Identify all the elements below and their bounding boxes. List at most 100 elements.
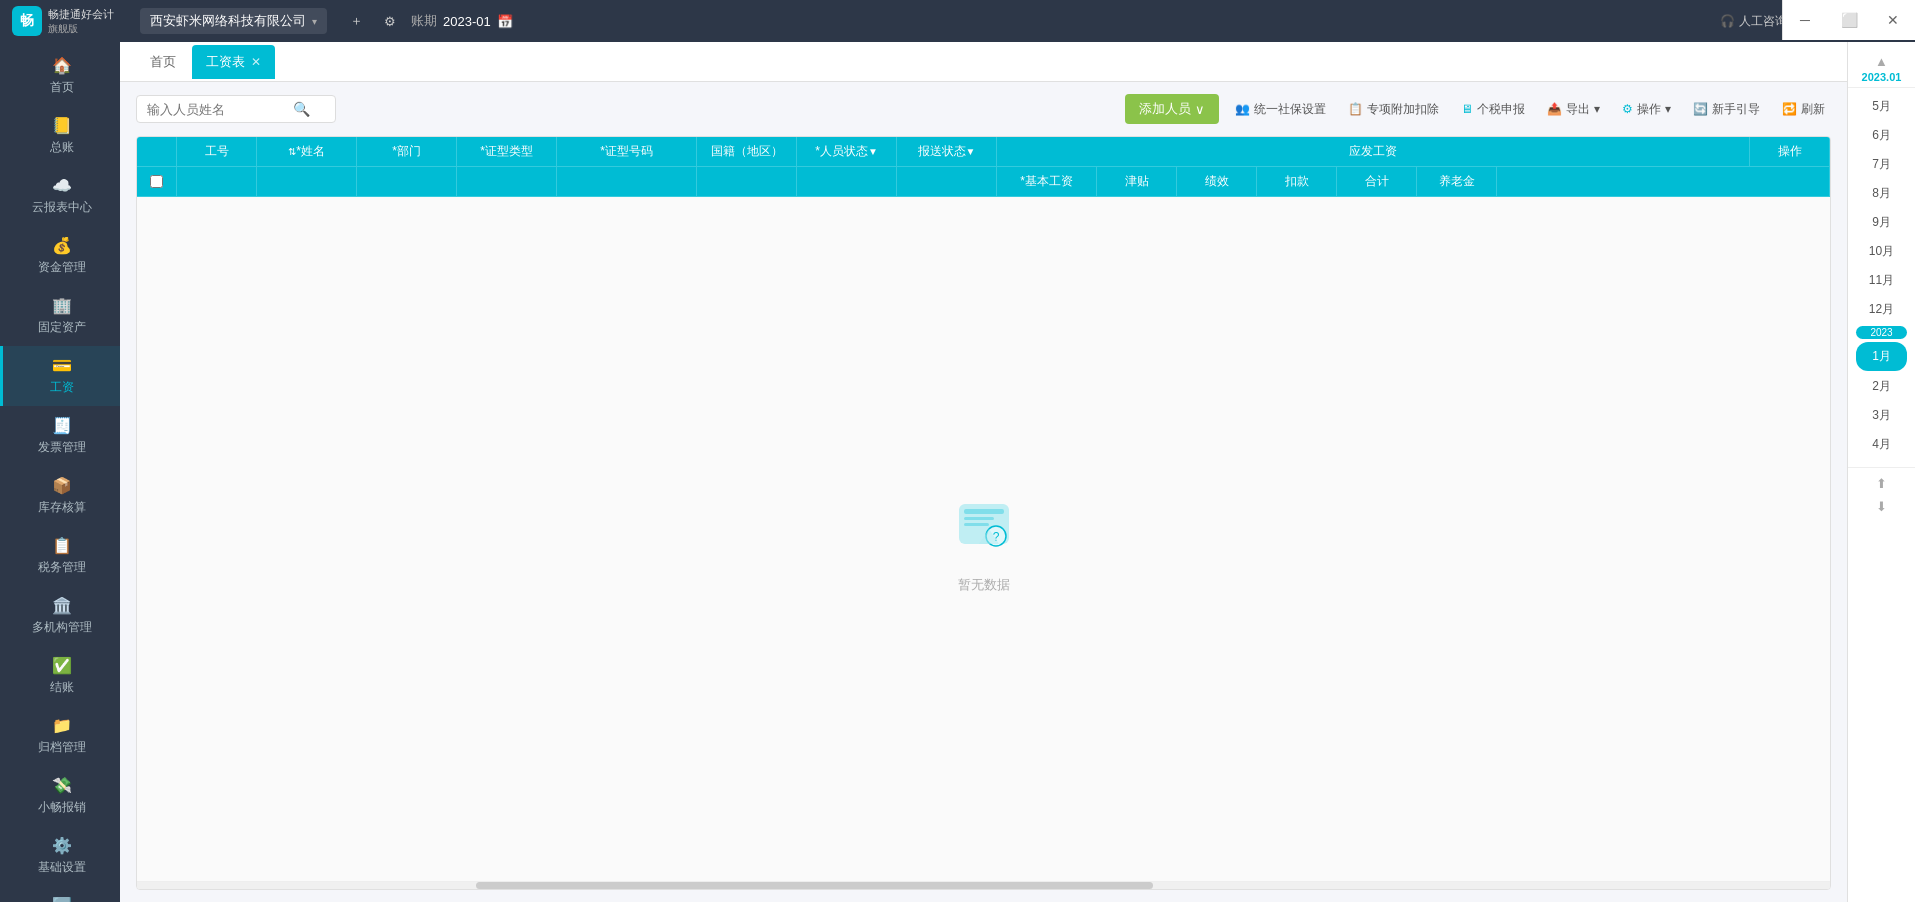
sidebar-item-tax[interactable]: 📋 税务管理 (0, 526, 120, 586)
period-panel: ▲ 2023.01 ▼ 5月 6月 7月 8月 9月 10月 11月 12月 2… (1847, 42, 1915, 902)
th-id-type: *证型类型 (457, 137, 557, 166)
tab-salary-table[interactable]: 工资表 ✕ (192, 45, 275, 79)
th-salary-group: 应发工资 (997, 137, 1750, 166)
company-chevron-icon: ▾ (312, 16, 317, 27)
empty-icon: ? (944, 484, 1024, 564)
social-settings-button[interactable]: 👥 统一社保设置 (1229, 97, 1332, 122)
salary-icon: 💳 (52, 356, 72, 375)
sidebar-label-home: 首页 (50, 79, 74, 96)
operations-chevron-icon: ▾ (1665, 102, 1671, 116)
customer-service-button[interactable]: 🎧 人工咨询 (1720, 13, 1787, 30)
search-input[interactable] (147, 102, 287, 117)
period-month-3[interactable]: 3月 (1848, 401, 1915, 430)
period-month-4[interactable]: 4月 (1848, 430, 1915, 459)
special-deduction-icon: 📋 (1348, 102, 1363, 116)
cloud-icon: ☁️ (52, 176, 72, 195)
sidebar-item-cloud-report[interactable]: ☁️ 云报表中心 (0, 166, 120, 226)
table-body: ? 暂无数据 (137, 197, 1830, 881)
social-settings-icon: 👥 (1235, 102, 1250, 116)
th-region: 国籍（地区） (697, 137, 797, 166)
guide-button[interactable]: 🔄 新手引导 (1687, 97, 1766, 122)
social-settings-label: 统一社保设置 (1254, 101, 1326, 118)
sidebar-item-invoice[interactable]: 🧾 发票管理 (0, 406, 120, 466)
special-deduction-button[interactable]: 📋 专项附加扣除 (1342, 97, 1445, 122)
tax-declaration-button[interactable]: 🖥 个税申报 (1455, 97, 1531, 122)
sidebar-label-inventory: 库存核算 (38, 499, 86, 516)
minimize-button[interactable]: ─ (1783, 0, 1827, 40)
svg-rect-2 (964, 517, 994, 520)
add-button[interactable]: ＋ (343, 8, 369, 34)
period-month-11[interactable]: 11月 (1848, 266, 1915, 295)
add-person-button[interactable]: 添加人员 ∨ (1125, 94, 1219, 124)
sidebar-item-home[interactable]: 🏠 首页 (0, 46, 120, 106)
period-month-7[interactable]: 7月 (1848, 150, 1915, 179)
guide-icon: 🆕 (52, 896, 72, 902)
filter-status-icon[interactable]: ▼ (868, 146, 878, 157)
content-area: 首页 工资表 ✕ 🔍 添加人员 ∨ (120, 42, 1847, 902)
period-nav-up[interactable]: ▲ (1873, 52, 1890, 71)
svg-rect-1 (964, 509, 1004, 514)
export-icon: 📤 (1547, 102, 1562, 116)
page-content: 🔍 添加人员 ∨ 👥 统一社保设置 📋 专项附加扣除 (120, 82, 1847, 902)
sidebar-label-fund: 资金管理 (38, 259, 86, 276)
period-area: 账期 2023-01 📅 (411, 12, 513, 30)
tab-home[interactable]: 首页 (136, 45, 190, 79)
sidebar-label-expense: 小畅报销 (38, 799, 86, 816)
th-action: 操作 (1750, 137, 1830, 166)
sidebar-item-multi-org[interactable]: 🏛️ 多机构管理 (0, 586, 120, 646)
period-month-2[interactable]: 2月 (1848, 372, 1915, 401)
refresh-button[interactable]: 🔁 刷新 (1776, 97, 1831, 122)
th-id-no: *证型号码 (557, 137, 697, 166)
invoice-icon: 🧾 (52, 416, 72, 435)
period-scroll-down[interactable]: ⬇ (1874, 497, 1889, 516)
fund-icon: 💰 (52, 236, 72, 255)
main-layout: 🏠 首页 📒 总账 ☁️ 云报表中心 💰 资金管理 🏢 固定资产 💳 工资 🧾 … (0, 42, 1915, 902)
sidebar-item-salary[interactable]: 💳 工资 (0, 346, 120, 406)
period-month-9[interactable]: 9月 (1848, 208, 1915, 237)
settings-icon[interactable]: ⚙ (377, 8, 403, 34)
sidebar-label-archive: 归档管理 (38, 739, 86, 756)
period-scroll-up[interactable]: ⬆ (1874, 474, 1889, 493)
sidebar-item-ledger[interactable]: 📒 总账 (0, 106, 120, 166)
sidebar-item-archive[interactable]: 📁 归档管理 (0, 706, 120, 766)
sidebar-item-guide[interactable]: 🆕 新手引导 (0, 886, 120, 902)
logo-text: 畅捷通好会计 旗舰版 (48, 7, 114, 34)
sidebar-item-expense[interactable]: 💸 小畅报销 (0, 766, 120, 826)
sidebar-label-tax: 税务管理 (38, 559, 86, 576)
th-report-status: 报送状态 ▼ (897, 137, 997, 166)
calendar-icon[interactable]: 📅 (497, 14, 513, 29)
sidebar-item-fixed-assets[interactable]: 🏢 固定资产 (0, 286, 120, 346)
th-status: *人员状态 ▼ (797, 137, 897, 166)
period-month-12[interactable]: 12月 (1848, 295, 1915, 324)
th-no: 工号 (177, 137, 257, 166)
export-label: 导出 (1566, 101, 1590, 118)
expense-icon: 💸 (52, 776, 72, 795)
export-button[interactable]: 📤 导出 ▾ (1541, 97, 1606, 122)
logo-area: 畅 畅捷通好会计 旗舰版 (12, 6, 132, 36)
period-month-6[interactable]: 6月 (1848, 121, 1915, 150)
operations-button[interactable]: ⚙ 操作 ▾ (1616, 97, 1677, 122)
sidebar-item-inventory[interactable]: 📦 库存核算 (0, 466, 120, 526)
period-month-8[interactable]: 8月 (1848, 179, 1915, 208)
filter-report-icon[interactable]: ▼ (966, 146, 976, 157)
sidebar-item-settle[interactable]: ✅ 结账 (0, 646, 120, 706)
period-month-5[interactable]: 5月 (1848, 92, 1915, 121)
sidebar-item-settings[interactable]: ⚙️ 基础设置 (0, 826, 120, 886)
company-name: 西安虾米网络科技有限公司 (150, 12, 306, 30)
close-button[interactable]: ✕ (1871, 0, 1915, 40)
table-scrollbar[interactable] (137, 881, 1830, 889)
multi-org-icon: 🏛️ (52, 596, 72, 615)
sidebar-label-fixed-assets: 固定资产 (38, 319, 86, 336)
sidebar-label-invoice: 发票管理 (38, 439, 86, 456)
company-selector[interactable]: 西安虾米网络科技有限公司 ▾ (140, 8, 327, 34)
period-month-1[interactable]: 1月 (1856, 342, 1907, 371)
sidebar-item-fund[interactable]: 💰 资金管理 (0, 226, 120, 286)
add-person-label: 添加人员 (1139, 100, 1191, 118)
top-header: 畅 畅捷通好会计 旗舰版 西安虾米网络科技有限公司 ▾ ＋ ⚙ 账期 2023-… (0, 0, 1915, 42)
period-month-10[interactable]: 10月 (1848, 237, 1915, 266)
select-all-checkbox[interactable] (150, 175, 163, 188)
tab-close-icon[interactable]: ✕ (251, 56, 261, 68)
toolbar-right: 添加人员 ∨ 👥 统一社保设置 📋 专项附加扣除 🖥 个税申报 (1125, 94, 1831, 124)
maximize-button[interactable]: ⬜ (1827, 0, 1871, 40)
operations-icon: ⚙ (1622, 102, 1633, 116)
